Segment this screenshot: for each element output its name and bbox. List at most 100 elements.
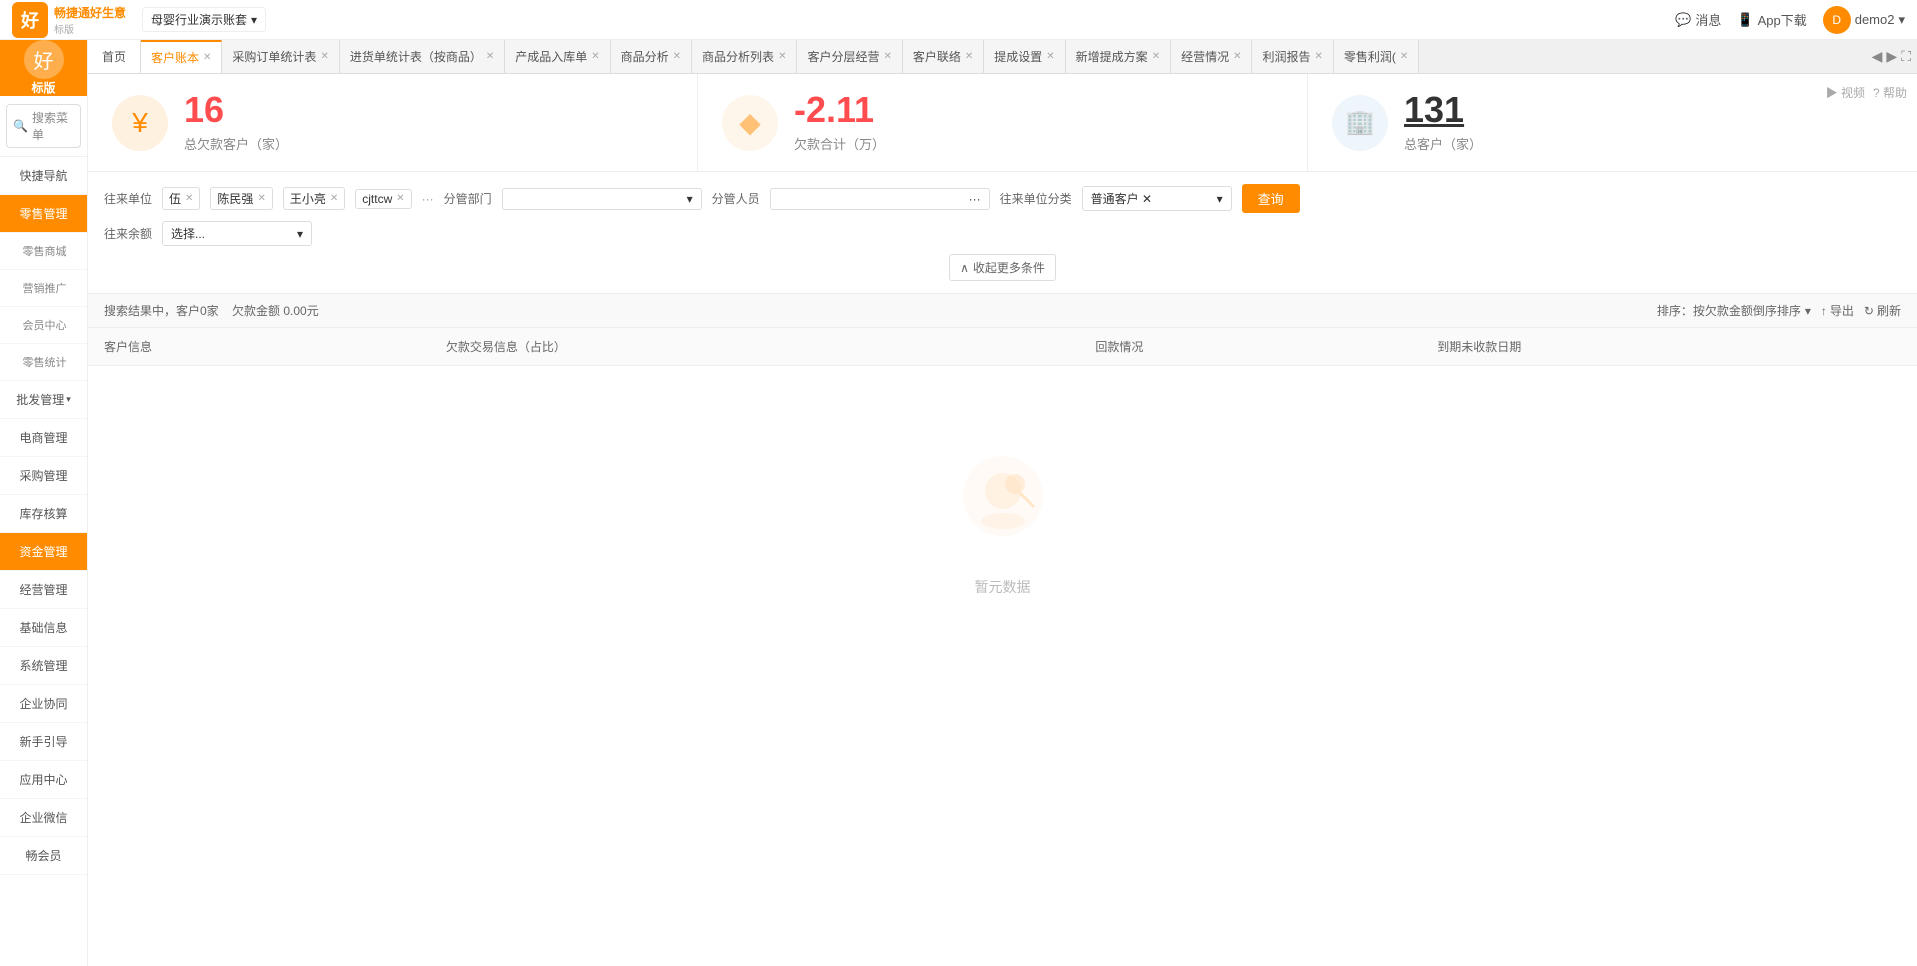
tab-close-icon[interactable]: ✕	[965, 51, 973, 62]
collapse-button[interactable]: ∧ 收起更多条件	[949, 254, 1056, 281]
sidebar-item-guide[interactable]: 快捷导航	[0, 157, 87, 195]
message-icon: 💬	[1675, 12, 1691, 28]
remove-tag-chen[interactable]: ✕	[257, 193, 265, 204]
chevron-down-icon: ▾	[687, 192, 693, 206]
sidebar-item-label: 库存核算	[19, 507, 67, 521]
sidebar-item-retail-mall[interactable]: 零售商城	[0, 233, 87, 270]
tab-customer-contact[interactable]: 客户联络 ✕	[903, 40, 984, 74]
tab-close-icon[interactable]: ✕	[673, 51, 681, 62]
refresh-button[interactable]: ↻ 刷新	[1864, 302, 1901, 319]
diamond-icon: ◆	[739, 106, 761, 139]
sidebar-item-system[interactable]: 系统管理	[0, 647, 87, 685]
tab-profit-report[interactable]: 利润报告 ✕	[1252, 40, 1333, 74]
tab-close-icon[interactable]: ✕	[591, 51, 599, 62]
tab-customer-account[interactable]: 客户账本 ✕	[141, 40, 222, 74]
sidebar-item-basic[interactable]: 基础信息	[0, 609, 87, 647]
tab-label: 客户分层经营	[807, 48, 879, 65]
tab-close-icon[interactable]: ✕	[1152, 51, 1160, 62]
tab-close-icon[interactable]: ✕	[778, 51, 786, 62]
data-table: 客户信息 欠款交易信息（占比） 回款情况 到期未收款日期	[88, 328, 1917, 366]
tab-close-icon[interactable]: ✕	[486, 51, 494, 62]
tab-close-icon[interactable]: ✕	[1046, 51, 1054, 62]
person-select[interactable]: ···	[770, 188, 990, 210]
search-button[interactable]: 查询	[1242, 184, 1300, 213]
app-download-button[interactable]: 📱 App下载	[1737, 10, 1806, 29]
tab-production-inbound[interactable]: 产成品入库单 ✕	[505, 40, 610, 74]
sidebar-item-enterprise[interactable]: 企业协同	[0, 685, 87, 723]
sidebar-logo-text: 标版	[31, 79, 55, 96]
sidebar-item-member2[interactable]: 畅会员	[0, 837, 87, 875]
sidebar-item-operations[interactable]: 经营管理	[0, 571, 87, 609]
tab-business-status[interactable]: 经营情况 ✕	[1171, 40, 1252, 74]
user-menu[interactable]: D demo2 ▾	[1823, 6, 1905, 34]
remove-tag-wang[interactable]: ✕	[330, 193, 338, 204]
stat-help-area: ▶ 视频 ? 帮助	[1826, 84, 1907, 101]
tab-incoming-stat[interactable]: 进货单统计表（按商品） ✕	[340, 40, 505, 74]
tab-close-icon[interactable]: ✕	[320, 51, 328, 62]
export-button[interactable]: ↑ 导出	[1821, 302, 1854, 319]
sidebar-item-appcenter[interactable]: 应用中心	[0, 761, 87, 799]
tab-label: 利润报告	[1262, 48, 1310, 65]
tab-close-icon[interactable]: ✕	[1400, 51, 1408, 62]
tab-product-analysis-list[interactable]: 商品分析列表 ✕	[692, 40, 797, 74]
help-button[interactable]: ? 帮助	[1873, 84, 1907, 101]
message-button[interactable]: 💬 消息	[1675, 10, 1721, 29]
tab-close-icon[interactable]: ✕	[883, 51, 891, 62]
stat-label-debt-total: 欠款合计（万）	[794, 134, 885, 153]
tab-expand-button[interactable]: ⛶	[1901, 48, 1911, 65]
home-label: 首页	[102, 48, 126, 65]
remove-tag-cjttcw[interactable]: ✕	[396, 193, 404, 204]
tab-close-icon[interactable]: ✕	[203, 52, 211, 63]
sidebar-item-finance[interactable]: 资金管理	[0, 533, 87, 571]
sidebar-item-purchase[interactable]: 采购管理	[0, 457, 87, 495]
sidebar-item-ecommerce[interactable]: 电商管理	[0, 419, 87, 457]
category-select[interactable]: 普通客户 ✕ ▾	[1082, 186, 1232, 211]
sidebar-item-newbie[interactable]: 新手引导	[0, 723, 87, 761]
balance-select[interactable]: 选择... ▾	[162, 221, 312, 246]
tab-home[interactable]: 首页	[88, 40, 141, 74]
sidebar-item-marketing[interactable]: 营销推广	[0, 270, 87, 307]
sidebar-item-retail[interactable]: 零售管理	[0, 195, 87, 233]
tab-scroll-left-button[interactable]: ◀	[1872, 48, 1883, 65]
sidebar-logo-icon: 好	[24, 40, 64, 79]
sidebar-item-wecom[interactable]: 企业微信	[0, 799, 87, 837]
tab-close-icon[interactable]: ✕	[1315, 51, 1323, 62]
sidebar-search-button[interactable]: 🔍 搜索菜单	[6, 104, 81, 148]
tab-product-analysis[interactable]: 商品分析 ✕	[611, 40, 692, 74]
filter-tag-chen: 陈民强 ✕	[210, 187, 272, 210]
filter-row-2: 往来余额 选择... ▾	[104, 221, 1901, 246]
user-name: demo2	[1855, 12, 1895, 27]
video-help-button[interactable]: ▶ 视频	[1826, 84, 1865, 101]
sidebar-item-wholesale[interactable]: 批发管理 ▾	[0, 381, 87, 419]
stat-icon-diamond: ◆	[722, 95, 778, 151]
tab-promotion-settings[interactable]: 提成设置 ✕	[984, 40, 1065, 74]
app-download-label: App下载	[1758, 10, 1807, 29]
tab-customer-tier[interactable]: 客户分层经营 ✕	[797, 40, 902, 74]
results-text: 搜索结果中，客户0家	[104, 304, 219, 318]
tab-close-icon[interactable]: ✕	[1233, 51, 1241, 62]
download-icon: 📱	[1737, 12, 1753, 28]
tab-scroll-right-button[interactable]: ▶	[1886, 48, 1897, 65]
sidebar-item-inventory[interactable]: 库存核算	[0, 495, 87, 533]
chevron-down-icon: ▾	[297, 227, 303, 241]
more-tags-button[interactable]: ···	[422, 192, 434, 206]
stat-text-area2: -2.11 欠款合计（万）	[794, 92, 885, 153]
sidebar: 好 标版 🔍 搜索菜单 快捷导航 零售管理 零售商城 营销推广	[0, 40, 88, 966]
sidebar-item-label: 资金管理	[19, 545, 67, 559]
sidebar-logo[interactable]: 好 标版	[0, 40, 87, 96]
remove-tag-wu[interactable]: ✕	[185, 193, 193, 204]
tab-label: 新增提成方案	[1076, 48, 1148, 65]
department-select[interactable]: ▾	[502, 188, 702, 210]
account-dropdown[interactable]: 母婴行业演示账套 ▾	[142, 7, 266, 32]
sidebar-item-member[interactable]: 会员中心	[0, 307, 87, 344]
building-icon: 🏢	[1345, 108, 1375, 137]
tab-retail-profit[interactable]: 零售利润( ✕	[1334, 40, 1419, 74]
sort-select[interactable]: 排序：按欠款金额倒序排序 ▾	[1657, 302, 1811, 319]
tab-bar: 首页 客户账本 ✕ 采购订单统计表 ✕ 进货单统计表（按商品） ✕ 产成品入库单…	[88, 40, 1917, 74]
tab-purchase-order-stat[interactable]: 采购订单统计表 ✕	[222, 40, 339, 74]
tab-add-promotion[interactable]: 新增提成方案 ✕	[1066, 40, 1171, 74]
empty-text: 暂元数据	[975, 577, 1031, 597]
collapse-row: ∧ 收起更多条件	[104, 254, 1901, 281]
logo-icon[interactable]: 好	[12, 2, 48, 38]
sidebar-item-retail-stat[interactable]: 零售统计	[0, 344, 87, 381]
